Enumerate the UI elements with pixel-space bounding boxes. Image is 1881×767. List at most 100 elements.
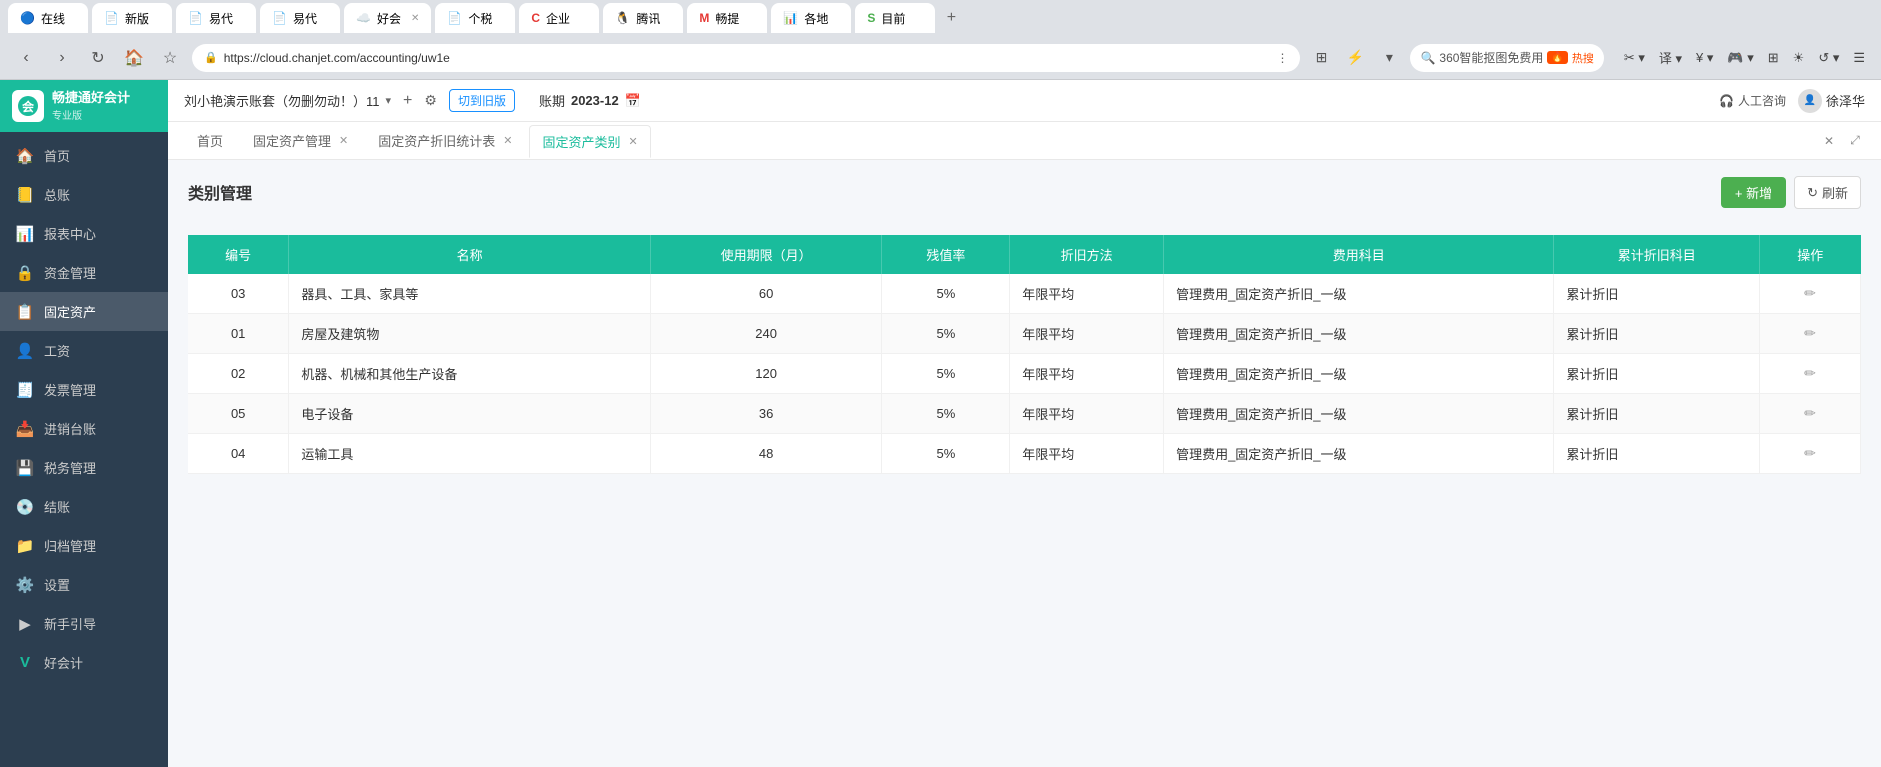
cell-op-0[interactable]: ✏ [1760,274,1861,314]
edit-icon-1[interactable]: ✏ [1804,325,1816,341]
sidebar-item-report[interactable]: 📊 报表中心 [0,214,168,253]
calendar-icon[interactable]: 📅 [625,93,641,109]
address-input[interactable]: 🔒 https://cloud.chanjet.com/accounting/u… [192,44,1300,72]
sidebar-item-more[interactable]: V 好会计 [0,643,168,682]
lightning-icon[interactable]: ⚡ [1342,45,1368,71]
dropdown-btn[interactable]: ▾ [1376,45,1402,71]
device-icon[interactable]: ⊞ [1308,45,1334,71]
game-icon-btn[interactable]: 🎮 ▾ [1723,48,1757,68]
sidebar-label-tax: 税务管理 [44,458,96,477]
forward-button[interactable]: › [48,44,76,72]
currency-icon-btn[interactable]: ¥ ▾ [1692,48,1717,68]
tab-1-label: 新版 [125,10,149,27]
browser-tab-5[interactable]: 📄 个税 [435,3,515,33]
edit-icon-2[interactable]: ✏ [1804,365,1816,381]
sidebar-item-tax[interactable]: 💾 税务管理 [0,448,168,487]
undo-icon-btn[interactable]: ↺ ▾ [1814,48,1843,68]
cell-residual-2: 5% [882,354,1010,394]
sun-icon-btn[interactable]: ☀ [1789,48,1809,68]
cell-op-2[interactable]: ✏ [1760,354,1861,394]
cell-accumulated-2: 累计折旧 [1554,354,1760,394]
sidebar-item-home[interactable]: 🏠 首页 [0,136,168,175]
address-dropdown-icon[interactable]: ⋮ [1276,51,1288,65]
page-tab-category-close[interactable]: ✕ [629,135,638,148]
page-tab-fixed-asset-mgmt-label: 固定资产管理 [253,131,331,150]
tab-3-label: 易代 [293,10,317,27]
table-row: 02 机器、机械和其他生产设备 120 5% 年限平均 管理费用_固定资产折旧_… [188,354,1861,394]
sidebar-item-guide[interactable]: ▶ 新手引导 [0,604,168,643]
browser-tab-2[interactable]: 📄 易代 [176,3,256,33]
cell-op-3[interactable]: ✏ [1760,394,1861,434]
table-body: 03 器具、工具、家具等 60 5% 年限平均 管理费用_固定资产折旧_一级 累… [188,274,1861,474]
browser-tab-6[interactable]: C 企业 [519,3,599,33]
menu-icon-btn[interactable]: ☰ [1849,48,1869,68]
home-button[interactable]: 🏠 [120,44,148,72]
page-tab-depreciation-close[interactable]: ✕ [503,134,512,147]
sidebar-label-more: 好会计 [44,653,83,672]
edit-icon-0[interactable]: ✏ [1804,285,1816,301]
grid-icon-btn[interactable]: ⊞ [1764,48,1783,68]
cell-accumulated-3: 累计折旧 [1554,394,1760,434]
back-button[interactable]: ‹ [12,44,40,72]
page-tab-home[interactable]: 首页 [184,124,236,157]
sidebar-item-invoice[interactable]: 🧾 发票管理 [0,370,168,409]
cell-code-2: 02 [188,354,289,394]
tab-9-icon: 📊 [783,11,798,25]
tab-2-icon: 📄 [188,11,203,25]
user-info-btn[interactable]: 👤 徐泽华 [1798,89,1865,113]
search-area[interactable]: 🔍 360智能抠图免费用 🔥 热搜 [1410,44,1603,72]
settings-btn[interactable]: ⚙ [424,92,437,109]
sidebar-item-fixed-asset[interactable]: 📋 固定资产 [0,292,168,331]
translate-icon-btn[interactable]: 译 ▾ [1655,46,1686,69]
browser-tab-9[interactable]: 📊 各地 [771,3,851,33]
browser-tab-1[interactable]: 📄 新版 [92,3,172,33]
add-category-btn[interactable]: + 新增 [1721,177,1786,208]
tab-4-close[interactable]: ✕ [411,13,419,24]
browser-tab-7[interactable]: 🐧 腾讯 [603,3,683,33]
new-tab-button[interactable]: + [939,6,963,30]
cell-op-1[interactable]: ✏ [1760,314,1861,354]
sidebar-item-inventory[interactable]: 📥 进销台账 [0,409,168,448]
switch-version-btn[interactable]: 切到旧版 [449,89,515,112]
archive-icon: 📁 [16,537,34,555]
edit-icon-3[interactable]: ✏ [1804,405,1816,421]
customer-service-btn[interactable]: 🎧 人工咨询 [1719,92,1786,109]
browser-tab-10[interactable]: S 目前 [855,3,935,33]
add-account-btn[interactable]: + [403,92,412,110]
edit-icon-4[interactable]: ✏ [1804,445,1816,461]
cell-op-4[interactable]: ✏ [1760,434,1861,474]
sidebar-item-checkout[interactable]: 💿 结账 [0,487,168,526]
sidebar-item-archive[interactable]: 📁 归档管理 [0,526,168,565]
browser-tab-8[interactable]: M 畅提 [687,3,767,33]
page-tab-depreciation[interactable]: 固定资产折旧统计表 ✕ [365,124,525,157]
sidebar-item-ledger[interactable]: 📒 总账 [0,175,168,214]
browser-tab-3[interactable]: 📄 易代 [260,3,340,33]
main-area: 刘小艳演示账套（勿删勿动！）11 ▾ + ⚙ 切到旧版 账期 2023-12 📅… [168,80,1881,767]
window-close-btn[interactable]: ✕ [1819,131,1839,151]
cut-icon-btn[interactable]: ✂ ▾ [1620,48,1649,68]
browser-tab-4[interactable]: ☁️ 好会 ✕ [344,3,431,33]
report-icon: 📊 [16,225,34,243]
cell-method-0: 年限平均 [1010,274,1164,314]
sidebar-item-settings[interactable]: ⚙️ 设置 [0,565,168,604]
bookmark-button[interactable]: ☆ [156,44,184,72]
sidebar-item-payroll[interactable]: 👤 工资 [0,331,168,370]
window-expand-btn[interactable]: ⤢ [1845,131,1865,151]
customer-service-label: 人工咨询 [1738,92,1786,109]
browser-tab-0[interactable]: 🔵 在线 [8,3,88,33]
address-actions: ⊞ ⚡ ▾ [1308,45,1402,71]
page-tab-fixed-asset-mgmt-close[interactable]: ✕ [339,134,348,147]
cell-name-4: 运输工具 [289,434,650,474]
invoice-icon: 🧾 [16,381,34,399]
sidebar-item-fund[interactable]: 🔒 资金管理 [0,253,168,292]
col-period: 使用期限（月） [650,235,882,274]
cell-expense-2: 管理费用_固定资产折旧_一级 [1164,354,1554,394]
reload-button[interactable]: ↻ [84,44,112,72]
page-tab-category[interactable]: 固定资产类别 ✕ [529,125,650,158]
tax-icon: 💾 [16,459,34,477]
page-tab-fixed-asset-mgmt[interactable]: 固定资产管理 ✕ [240,124,361,157]
period-value: 2023-12 [571,93,619,108]
user-dropdown-icon[interactable]: ▾ [386,94,392,107]
sidebar-label-report: 报表中心 [44,224,96,243]
refresh-btn[interactable]: ↻ 刷新 [1794,176,1861,209]
